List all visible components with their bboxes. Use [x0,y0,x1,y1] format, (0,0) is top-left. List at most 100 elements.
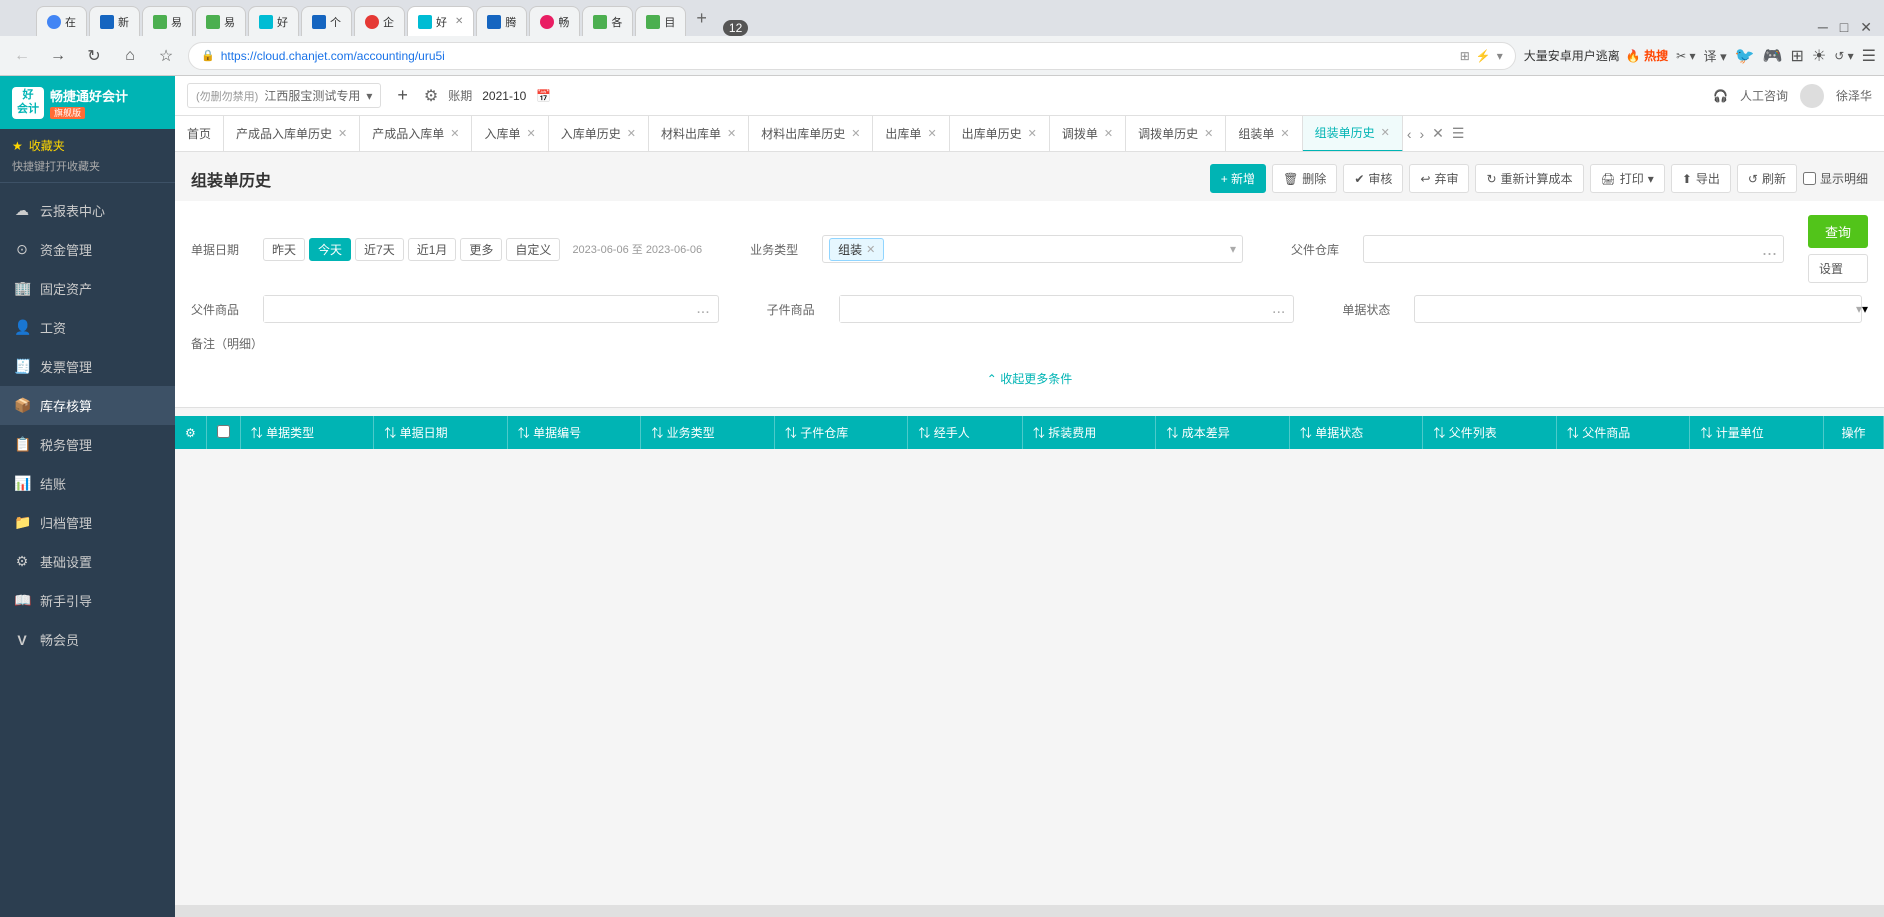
page-tab-assembly-history[interactable]: 组装单历史 ✕ [1303,116,1403,152]
translate-icon[interactable]: 译 ▾ [1704,46,1727,65]
recalculate-button[interactable]: ↻ 重新计算成本 [1475,164,1583,193]
bookmark-button[interactable]: ☆ [152,42,180,70]
browser-tab-3[interactable]: 易 [195,6,246,36]
close-icon[interactable]: ✕ [1104,127,1113,140]
col-header-cost-diff[interactable]: ⇅ 成本差异 [1156,416,1290,449]
grid-icon[interactable]: ⊞ [1790,46,1803,66]
parent-warehouse-more-btn[interactable]: ... [1762,239,1777,260]
export-button[interactable]: ⬆ 导出 [1671,164,1731,193]
child-goods-input[interactable] [840,296,1264,322]
add-company-button[interactable]: + [391,85,414,106]
browser-tab-6[interactable]: 企 [354,6,405,36]
query-button[interactable]: 查询 [1808,215,1868,248]
browser-tab-2[interactable]: 易 [142,6,193,36]
add-button[interactable]: + 新增 [1210,164,1266,193]
col-header-handler[interactable]: ⇅ 经手人 [908,416,1023,449]
browser-tab-0[interactable]: 在 [36,6,87,36]
tabs-prev-arrow[interactable]: ‹ [1403,126,1416,142]
calendar-icon[interactable]: 📅 [536,89,551,103]
sidebar-item-invoice[interactable]: 🧾 发票管理 [0,347,175,386]
scissors-icon[interactable]: ✂ ▾ [1676,49,1695,63]
filter-settings-button[interactable]: 设置 [1808,254,1868,283]
close-icon[interactable]: ✕ [450,127,459,140]
review-button[interactable]: ✔ 审核 [1343,164,1403,193]
child-goods-more-icon[interactable]: ... [1264,300,1293,318]
col-header-order-status[interactable]: ⇅ 单据状态 [1289,416,1423,449]
sidebar-item-closing[interactable]: 📊 结账 [0,464,175,503]
dropdown-icon[interactable]: ▾ [1497,49,1503,63]
tabs-next-arrow[interactable]: › [1416,126,1429,142]
page-tab-transfer-history[interactable]: 调拨单历史 ✕ [1126,116,1226,152]
page-tab-inbound[interactable]: 入库单 ✕ [472,116,548,152]
show-detail-checkbox[interactable] [1803,172,1816,185]
page-tab-outbound[interactable]: 出库单 ✕ [873,116,949,152]
biz-type-dropdown-icon[interactable]: ▾ [1230,242,1236,256]
sidebar-item-archive[interactable]: 📁 归档管理 [0,503,175,542]
reload-button[interactable]: ↻ [80,42,108,70]
parent-goods-more-icon[interactable]: ... [688,300,717,318]
address-bar[interactable]: 🔒 https://cloud.chanjet.com/accounting/u… [188,42,1516,70]
company-selector[interactable]: (勿删勿禁用) 江西服宝测试专用 ▾ [187,83,381,108]
browser-tab-7[interactable]: 好 ✕ [407,6,474,36]
close-icon[interactable]: ✕ [1280,127,1289,140]
col-header-biz-type[interactable]: ⇅ 业务类型 [641,416,775,449]
collapse-button[interactable]: ⌃ 收起更多条件 [191,364,1868,393]
today-button[interactable]: 今天 [309,238,351,261]
browser-tab-5[interactable]: 个 [301,6,352,36]
table-settings-header[interactable]: ⚙ [175,416,206,449]
lightning-icon[interactable]: ⚡ [1476,49,1491,63]
close-icon[interactable]: ✕ [1204,127,1213,140]
close-icon[interactable]: ✕ [1028,127,1037,140]
sidebar-item-funds[interactable]: ⊙ 资金管理 [0,230,175,269]
browser-tab-10[interactable]: 各 [582,6,633,36]
col-header-type[interactable]: ⇅ 单据类型 [240,416,374,449]
order-status-select[interactable] [1414,295,1862,323]
page-tab-transfer[interactable]: 调拨单 ✕ [1050,116,1126,152]
col-header-number[interactable]: ⇅ 单据编号 [507,416,641,449]
consult-label[interactable]: 人工咨询 [1740,87,1788,104]
sidebar-item-cloud-report[interactable]: ☁ 云报表中心 [0,191,175,230]
yesterday-button[interactable]: 昨天 [263,238,305,261]
close-icon[interactable]: ✕ [927,127,936,140]
qrcode-icon[interactable]: ⊞ [1460,49,1470,63]
browser-tab-9[interactable]: 畅 [529,6,580,36]
close-icon[interactable]: ✕ [627,127,636,140]
close-icon[interactable]: ✕ [527,127,536,140]
sidebar-item-vip[interactable]: V 畅会员 [0,620,175,659]
parent-goods-input-wrap[interactable]: ... [263,295,719,323]
abandon-button[interactable]: ↩ 弃审 [1409,164,1469,193]
sidebar-item-guide[interactable]: 📖 新手引导 [0,581,175,620]
child-goods-input-wrap[interactable]: ... [839,295,1295,323]
browser-tab-4[interactable]: 好 [248,6,299,36]
close-icon[interactable]: ✕ [727,127,736,140]
horizontal-scrollbar[interactable] [175,905,1884,917]
sidebar-item-tax[interactable]: 📋 税务管理 [0,425,175,464]
col-header-parent-goods[interactable]: ⇅ 父件商品 [1556,416,1690,449]
refresh-button[interactable]: ↺ 刷新 [1737,164,1797,193]
browser-tab-1[interactable]: 新 [89,6,140,36]
browser-tab-8[interactable]: 腾 [476,6,527,36]
home-button[interactable]: ⌂ [116,42,144,70]
page-tab-outbound-history[interactable]: 出库单历史 ✕ [950,116,1050,152]
page-tab-inbound-history[interactable]: 入库单历史 ✕ [549,116,649,152]
maximize-button[interactable]: □ [1840,19,1848,36]
table-checkbox-header[interactable] [206,416,240,449]
more-date-button[interactable]: 更多 [460,238,502,261]
7days-button[interactable]: 近7天 [355,238,404,261]
undo-icon[interactable]: ↺ ▾ [1834,49,1853,63]
browser-tab-11[interactable]: 目 [635,6,686,36]
remove-biz-type-tag[interactable]: ✕ [866,243,875,256]
col-header-disassembly-fee[interactable]: ⇅ 拆装费用 [1022,416,1156,449]
forward-button[interactable]: → [44,42,72,70]
tabs-menu-button[interactable]: ☰ [1448,125,1469,142]
settings-gear-icon[interactable]: ⚙ [424,86,438,106]
page-tab-material-outbound[interactable]: 材料出库单 ✕ [649,116,749,152]
close-icon[interactable]: ✕ [851,127,860,140]
close-all-tabs-button[interactable]: ✕ [1428,125,1448,142]
col-header-child-warehouse[interactable]: ⇅ 子件仓库 [774,416,908,449]
page-tab-assembly[interactable]: 组装单 ✕ [1226,116,1302,152]
back-button[interactable]: ← [8,42,36,70]
add-tab-button[interactable]: + [688,8,715,29]
select-all-checkbox[interactable] [217,425,230,438]
sun-icon[interactable]: ☀ [1812,46,1826,66]
